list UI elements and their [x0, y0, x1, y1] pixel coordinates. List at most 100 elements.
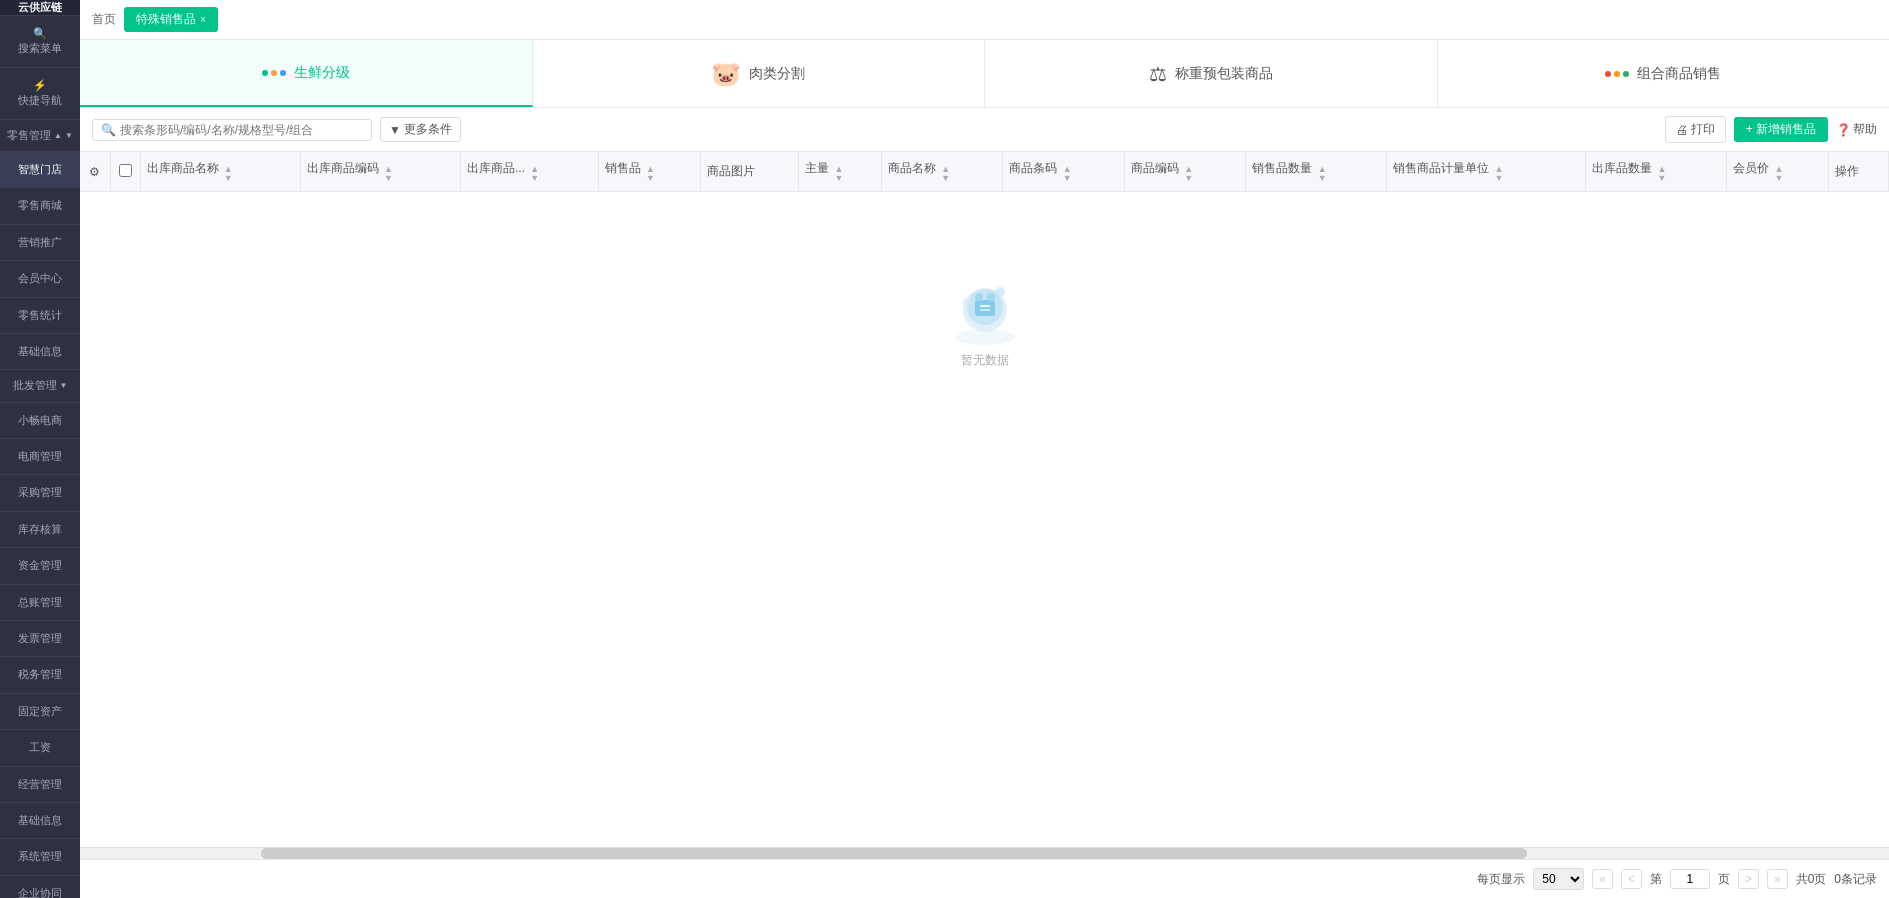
toolbar: 🔍 ▼ 更多条件 🖨 打印 + 新增销售品 ❓ 帮助 — [80, 108, 1889, 152]
th-img: 商品图片 — [700, 152, 798, 192]
chevron-icon: ▲ — [54, 130, 62, 141]
tab-close-icon[interactable]: × — [200, 14, 206, 25]
th-out-qty: 出库品数量 ▲▼ — [1586, 152, 1727, 192]
filter-button[interactable]: ▼ 更多条件 — [380, 117, 461, 142]
sort-arrows-sale-qty[interactable]: ▲▼ — [1318, 165, 1327, 183]
sort-arrows-out-code[interactable]: ▲▼ — [384, 165, 393, 183]
svg-rect-6 — [980, 305, 990, 307]
th-checkbox[interactable] — [110, 152, 140, 192]
th-weight: 主量 ▲▼ — [799, 152, 882, 192]
total-pages: 共0页 — [1796, 871, 1827, 888]
select-all-checkbox[interactable] — [119, 164, 132, 177]
empty-illustration — [945, 272, 1025, 352]
print-icon: 🖨 — [1676, 123, 1688, 137]
sidebar-item-mini-ecom[interactable]: 小畅电商 — [0, 403, 80, 439]
page-label: 第 — [1650, 871, 1662, 888]
sidebar-item-ops-mgmt[interactable]: 经营管理 — [0, 767, 80, 803]
sidebar-item-retail-stats[interactable]: 零售统计 — [0, 298, 80, 334]
help-icon: ❓ — [1836, 123, 1851, 137]
sort-arrows-sale-unit[interactable]: ▲▼ — [1495, 165, 1504, 183]
weight-pkg-label: 称重预包装商品 — [1175, 65, 1273, 83]
sidebar-item-base-info[interactable]: 基础信息 — [0, 334, 80, 370]
sidebar-item-ecom-mgmt[interactable]: 电商管理 — [0, 439, 80, 475]
combo-sales-icon — [1605, 71, 1629, 77]
tab-fresh-grade[interactable]: 生鲜分级 — [80, 40, 533, 107]
per-page-select[interactable]: 10 20 50 100 — [1533, 868, 1584, 890]
sidebar-item-general-ledger[interactable]: 总账管理 — [0, 585, 80, 621]
sidebar-item-quick-nav[interactable]: ⚡ 快捷导航 — [0, 68, 80, 120]
tab-label: 特殊销售品 — [136, 11, 196, 28]
sort-arrows-sale-item[interactable]: ▲▼ — [646, 165, 655, 183]
prev-page-button[interactable]: < — [1621, 869, 1642, 889]
table-container: ⚙ 出库商品名称 ▲▼ 出库商品编码 ▲▼ 出库商品... ▲▼ — [80, 152, 1889, 847]
total-records: 0条记录 — [1834, 871, 1877, 888]
quick-nav-icon: ⚡ — [5, 78, 75, 93]
sort-arrows-out-qty[interactable]: ▲▼ — [1658, 165, 1667, 183]
th-goods-code: 商品编码 ▲▼ — [1124, 152, 1245, 192]
first-page-button[interactable]: « — [1592, 869, 1613, 889]
pagination: 每页显示 10 20 50 100 « < 第 页 > » 共0页 0条记录 — [80, 859, 1889, 898]
data-table: ⚙ 出库商品名称 ▲▼ 出库商品编码 ▲▼ 出库商品... ▲▼ — [80, 152, 1889, 192]
sidebar-item-capital-mgmt[interactable]: 资金管理 — [0, 548, 80, 584]
sidebar-item-smart-store[interactable]: 智慧门店 — [0, 152, 80, 188]
sidebar-item-member-center[interactable]: 会员中心 — [0, 261, 80, 297]
tab-weight-pkg[interactable]: ⚖ 称重预包装商品 — [985, 40, 1438, 107]
page-input[interactable] — [1670, 869, 1710, 889]
th-settings[interactable]: ⚙ — [80, 152, 110, 192]
svg-point-4 — [975, 293, 983, 301]
meat-cut-label: 肉类分割 — [749, 65, 805, 83]
svg-point-8 — [995, 287, 1005, 297]
sidebar-item-inventory[interactable]: 库存核算 — [0, 512, 80, 548]
weight-pkg-icon: ⚖ — [1149, 62, 1167, 86]
sort-arrows-out-name[interactable]: ▲▼ — [224, 165, 233, 183]
th-sale-unit: 销售商品计量单位 ▲▼ — [1387, 152, 1586, 192]
svg-rect-3 — [975, 300, 995, 316]
meat-cut-icon: 🐷 — [711, 60, 741, 88]
page-suffix: 页 — [1718, 871, 1730, 888]
last-page-button[interactable]: » — [1767, 869, 1788, 889]
sidebar-item-purchase-mgmt[interactable]: 采购管理 — [0, 475, 80, 511]
th-barcode: 商品条码 ▲▼ — [1003, 152, 1124, 192]
sidebar-item-sales-promo[interactable]: 营销推广 — [0, 225, 80, 261]
th-out-name: 出库商品名称 ▲▼ — [140, 152, 300, 192]
table-header-row: ⚙ 出库商品名称 ▲▼ 出库商品编码 ▲▼ 出库商品... ▲▼ — [80, 152, 1889, 192]
fresh-grade-icon — [262, 70, 286, 76]
tab-meat-cut[interactable]: 🐷 肉类分割 — [533, 40, 986, 107]
sidebar-item-tax-mgmt[interactable]: 税务管理 — [0, 657, 80, 693]
print-button[interactable]: 🖨 打印 — [1665, 116, 1726, 143]
th-out-spec: 出库商品... ▲▼ — [460, 152, 598, 192]
sort-arrows-goods-name[interactable]: ▲▼ — [941, 165, 950, 183]
filter-icon: ▼ — [389, 123, 401, 137]
search-box[interactable]: 🔍 — [92, 119, 372, 141]
sidebar-item-fixed-assets[interactable]: 固定资产 — [0, 694, 80, 730]
app-logo: 云供应链 — [0, 0, 80, 16]
sidebar-item-retail-mall[interactable]: 零售商城 — [0, 188, 80, 224]
sidebar-item-base-info2[interactable]: 基础信息 — [0, 803, 80, 839]
help-button[interactable]: ❓ 帮助 — [1836, 121, 1877, 138]
sidebar-item-search-menu[interactable]: 🔍 搜索菜单 — [0, 16, 80, 68]
sidebar-item-salary[interactable]: 工资 — [0, 730, 80, 766]
sort-arrows-out-spec[interactable]: ▲▼ — [530, 165, 539, 183]
scrollbar-thumb[interactable] — [261, 848, 1527, 859]
svg-point-5 — [987, 293, 995, 301]
category-tabs: 生鲜分级 🐷 肉类分割 ⚖ 称重预包装商品 组合商品销售 — [80, 40, 1889, 108]
sort-arrows-goods-code[interactable]: ▲▼ — [1184, 165, 1193, 183]
sidebar-item-invoice-mgmt[interactable]: 发票管理 — [0, 621, 80, 657]
active-tab[interactable]: 特殊销售品 × — [124, 7, 218, 32]
sidebar-item-sys-mgmt[interactable]: 系统管理 — [0, 839, 80, 875]
horizontal-scrollbar[interactable] — [80, 847, 1889, 859]
sort-arrows-weight[interactable]: ▲▼ — [835, 165, 844, 183]
sidebar-item-retail-mgmt[interactable]: 零售管理 ▲ — [0, 120, 80, 152]
sidebar-item-wholesale-mgmt[interactable]: 批发管理 ▼ — [0, 370, 80, 402]
main-content: 首页 特殊销售品 × 生鲜分级 🐷 肉类分割 ⚖ 称重预包装商品 — [80, 0, 1889, 898]
sort-arrows-member-price[interactable]: ▲▼ — [1774, 165, 1783, 183]
next-page-button[interactable]: > — [1738, 869, 1759, 889]
sidebar-item-corp-agreement[interactable]: 企业协同 — [0, 876, 80, 898]
sort-arrows-barcode[interactable]: ▲▼ — [1063, 165, 1072, 183]
search-input[interactable] — [120, 123, 363, 137]
new-item-button[interactable]: + 新增销售品 — [1734, 117, 1828, 142]
home-breadcrumb[interactable]: 首页 — [92, 11, 116, 28]
th-sale-item: 销售品 ▲▼ — [598, 152, 700, 192]
th-ops: 操作 — [1829, 152, 1889, 192]
tab-combo-sales[interactable]: 组合商品销售 — [1438, 40, 1890, 107]
